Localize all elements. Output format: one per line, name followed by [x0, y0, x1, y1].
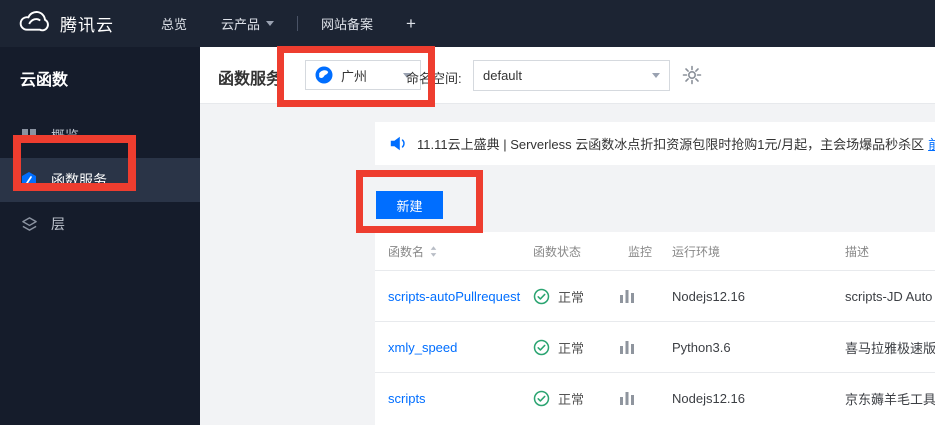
- bar-chart-icon[interactable]: [619, 271, 635, 321]
- description-value: 京东薅羊毛工具: [845, 391, 935, 407]
- function-hexagon-icon: [20, 171, 38, 189]
- description-value: scripts-JD Auto P: [845, 288, 935, 304]
- function-table: 函数名 函数状态 监控 运行环境 描述 scripts-autoPullrequ…: [375, 232, 935, 425]
- status-badge: 正常: [533, 373, 584, 423]
- column-header-runtime: 运行环境: [672, 244, 721, 259]
- grid-icon: [20, 127, 38, 145]
- chevron-down-icon: [652, 73, 660, 78]
- runtime-value: Nodejs12.16: [672, 390, 745, 406]
- sidebar-title: 云函数: [20, 72, 69, 89]
- namespace-value: default: [483, 68, 523, 83]
- runtime-value: Python3.6: [672, 339, 731, 355]
- layers-icon: [20, 215, 38, 233]
- chevron-down-icon: [266, 21, 275, 26]
- nav-item-overview[interactable]: 总览: [144, 0, 204, 47]
- column-header-monitor: 监控: [628, 244, 653, 259]
- speaker-icon: [389, 136, 407, 151]
- topbar-nav: 总览 云产品 网站备案 +: [144, 0, 432, 47]
- table-row: scripts 正常 Nodejs12.16 京东薅羊毛工具: [375, 372, 935, 423]
- promo-banner: 11.11云上盛典 | Serverless 云函数冰点折扣资源包限时抢购1元/…: [375, 122, 935, 165]
- function-name-link[interactable]: scripts: [388, 391, 426, 406]
- brand-logo[interactable]: 腾讯云: [0, 10, 144, 38]
- sidebar-item-function-service[interactable]: 函数服务: [0, 158, 200, 202]
- sort-icon[interactable]: [430, 245, 437, 257]
- sidebar-item-layers[interactable]: 层: [0, 202, 200, 246]
- tencent-cloud-console: 腾讯云 总览 云产品 网站备案 + 云函数 概览 函数服务 层 函数服务 广州 …: [0, 0, 935, 425]
- table-row: xmly_speed 正常 Python3.6 喜马拉雅极速版刷: [375, 321, 935, 372]
- namespace-label: 命名空间:: [406, 71, 462, 86]
- table-header: 函数名 函数状态 监控 运行环境 描述: [375, 232, 935, 270]
- check-circle-icon: [533, 288, 550, 305]
- brand-name: 腾讯云: [60, 16, 114, 35]
- create-button[interactable]: 新建: [376, 191, 443, 219]
- sidebar-menu: 概览 函数服务 层: [0, 114, 200, 246]
- page-title: 函数服务: [218, 71, 283, 88]
- column-header-desc: 描述: [845, 244, 870, 259]
- sidebar-item-label: 层: [51, 216, 65, 232]
- gear-icon[interactable]: [682, 65, 702, 85]
- description-value: 喜马拉雅极速版刷: [845, 340, 935, 356]
- cloud-logo-icon: [17, 10, 50, 38]
- topbar: 腾讯云 总览 云产品 网站备案 +: [0, 0, 935, 47]
- banner-go-link[interactable]: 前往: [928, 134, 935, 153]
- column-header-status: 函数状态: [533, 244, 582, 259]
- page-header: 函数服务 广州 命名空间: default: [200, 47, 935, 104]
- sidebar-item-label: 概览: [51, 128, 79, 144]
- check-circle-icon: [533, 339, 550, 356]
- table-row: scripts-autoPullrequest 正常 Nodejs12.16 s…: [375, 270, 935, 321]
- sidebar-item-label: 函数服务: [51, 172, 107, 188]
- nav-divider: [297, 16, 299, 31]
- sidebar-item-overview[interactable]: 概览: [0, 114, 200, 158]
- status-badge: 正常: [533, 271, 584, 321]
- bar-chart-icon[interactable]: [619, 373, 635, 423]
- nav-item-icp[interactable]: 网站备案: [304, 0, 390, 47]
- globe-icon: [315, 66, 333, 84]
- bar-chart-icon[interactable]: [619, 322, 635, 372]
- function-name-link[interactable]: xmly_speed: [388, 340, 457, 355]
- sidebar: 云函数 概览 函数服务 层: [0, 47, 200, 425]
- check-circle-icon: [533, 390, 550, 407]
- runtime-value: Nodejs12.16: [672, 288, 745, 304]
- column-header-name: 函数名: [388, 232, 437, 270]
- banner-text: 11.11云上盛典 | Serverless 云函数冰点折扣资源包限时抢购1元/…: [417, 137, 925, 152]
- nav-add-tab-button[interactable]: +: [390, 14, 432, 34]
- status-badge: 正常: [533, 322, 584, 372]
- region-selector[interactable]: 广州: [305, 60, 421, 90]
- namespace-selector[interactable]: default: [473, 60, 670, 91]
- region-value: 广州: [341, 68, 368, 84]
- nav-item-products[interactable]: 云产品: [204, 0, 291, 47]
- function-name-link[interactable]: scripts-autoPullrequest: [388, 289, 520, 304]
